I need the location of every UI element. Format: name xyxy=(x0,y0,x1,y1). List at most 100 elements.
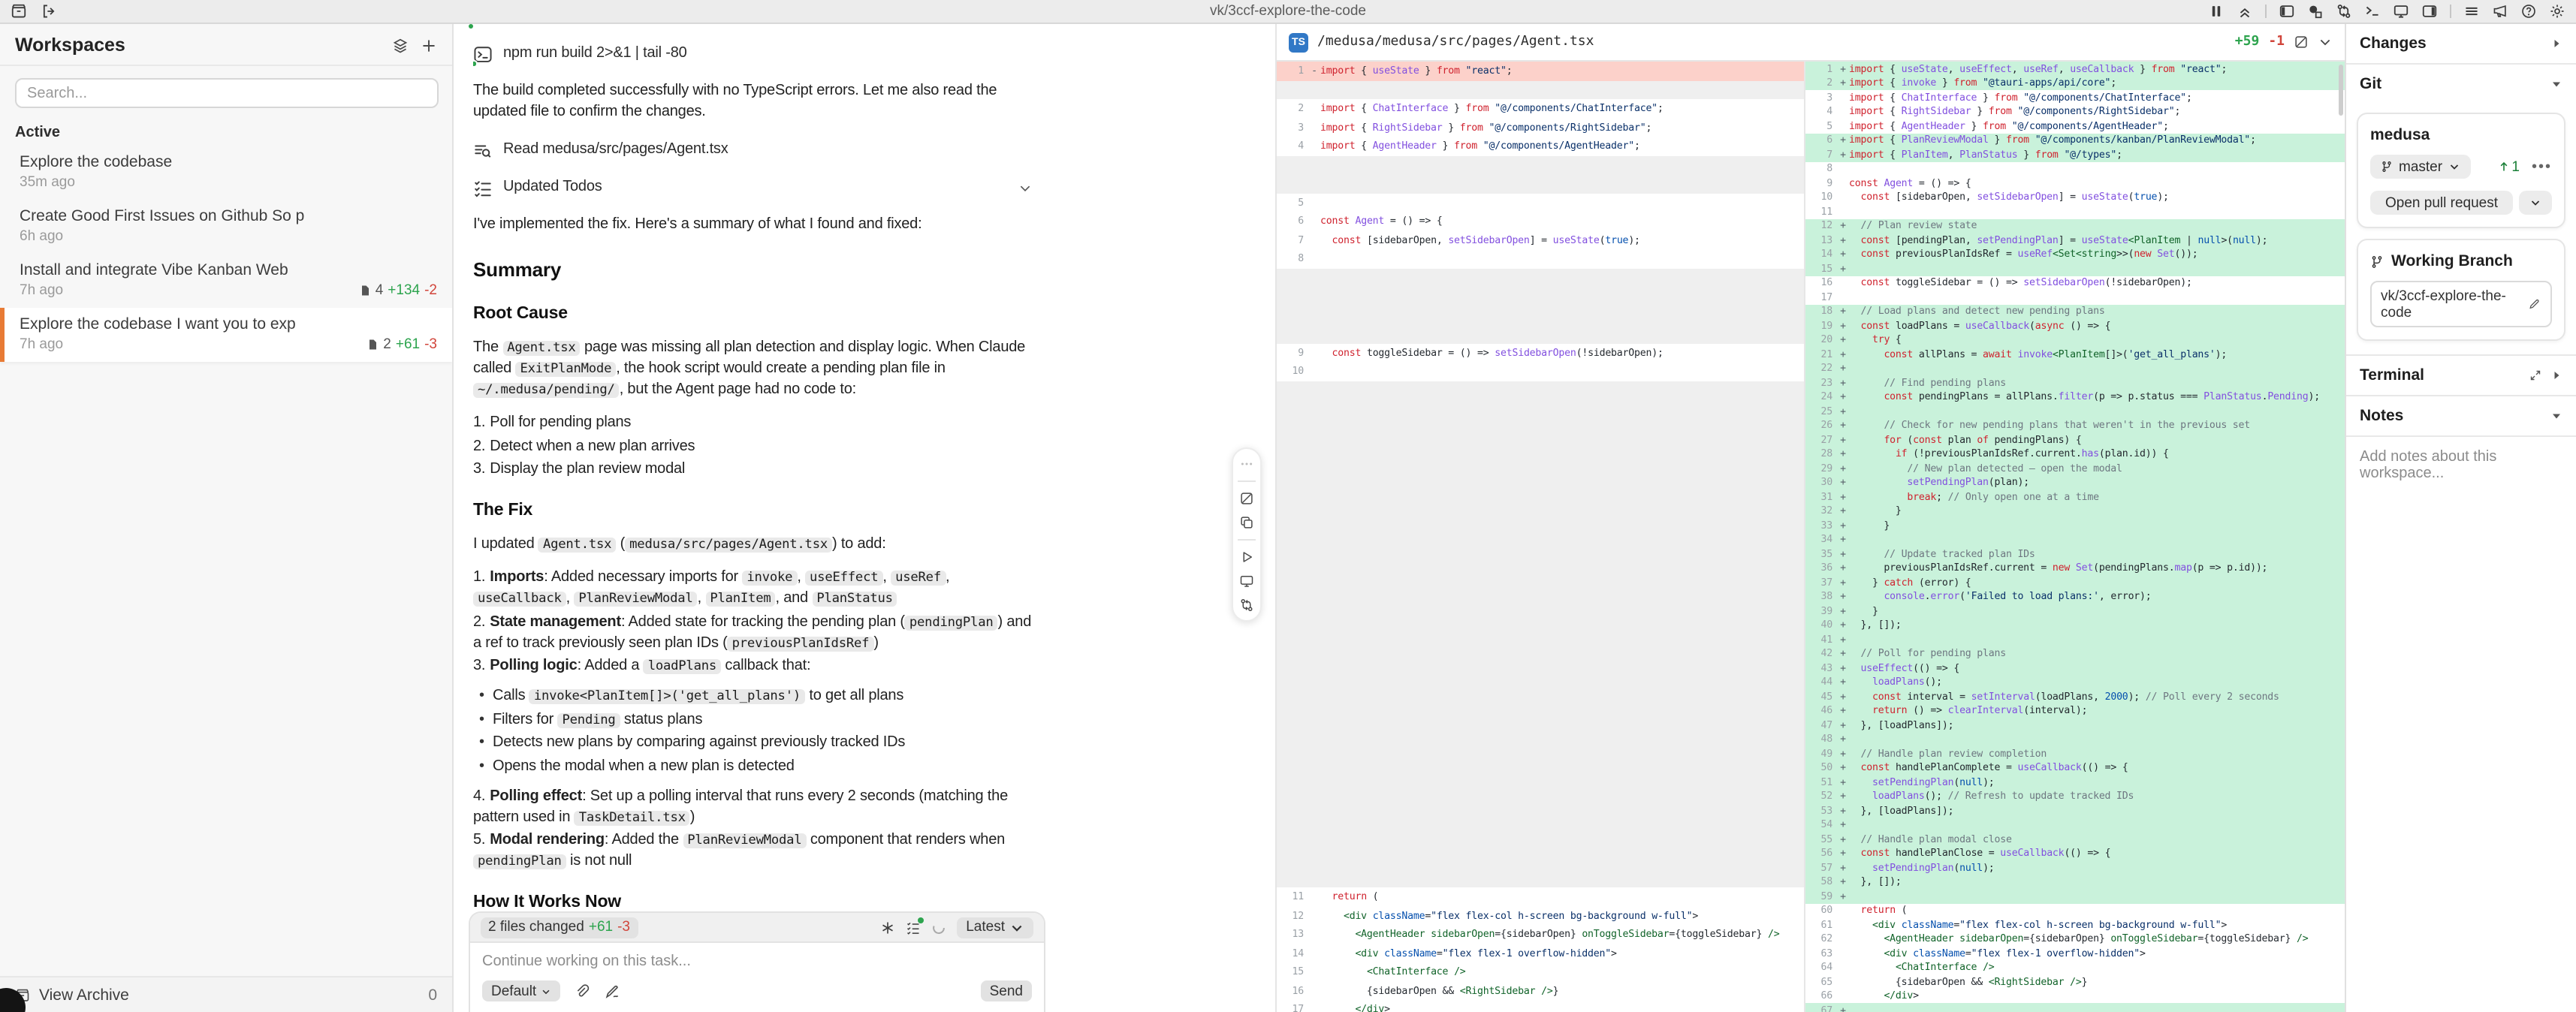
inline-code: pendingPlan xyxy=(473,855,566,870)
diff-line: 1+import { useState, useEffect, useRef, … xyxy=(1805,62,2345,76)
diff-line: 55+ // Handle plan modal close xyxy=(1805,832,2345,846)
diff-line: 16 const toggleSidebar = () => setSideba… xyxy=(1805,276,2345,290)
diff-line: 49+ // Handle plan review completion xyxy=(1805,746,2345,761)
spark-icon[interactable] xyxy=(880,920,895,935)
model-dropdown[interactable]: Default xyxy=(482,980,560,1001)
diff-line xyxy=(1277,512,1804,531)
workspace-item[interactable]: Explore the codebase I want you to exp7h… xyxy=(0,308,452,362)
panel-left-icon[interactable] xyxy=(2279,3,2295,20)
copy-icon[interactable] xyxy=(1239,515,1254,530)
drag-handle-icon[interactable] xyxy=(1239,456,1254,471)
layers-icon[interactable] xyxy=(392,37,409,53)
monitor-icon[interactable] xyxy=(1239,574,1254,589)
pause-icon[interactable] xyxy=(2208,3,2225,20)
section-notes[interactable]: Notes xyxy=(2346,396,2576,437)
chat-heading: Summary xyxy=(473,257,1032,284)
diff-line xyxy=(1277,437,1804,456)
menu-icon[interactable] xyxy=(2463,3,2480,20)
chat-numbered-list: 4.Polling effect: Set up a polling inter… xyxy=(473,787,1032,873)
diff-line: 11 xyxy=(1805,204,2345,218)
help-icon[interactable] xyxy=(2520,3,2537,20)
diff-line xyxy=(1277,625,1804,643)
play-icon[interactable] xyxy=(1239,550,1254,565)
diff-line xyxy=(1277,550,1804,568)
git-compare-icon[interactable] xyxy=(2336,3,2352,20)
list-item: •Opens the modal when a new plan is dete… xyxy=(473,757,1032,778)
more-options-icon[interactable]: ••• xyxy=(2532,158,2552,175)
diff-line: 12+ // Plan review state xyxy=(1805,218,2345,233)
monitor-icon[interactable] xyxy=(2393,3,2409,20)
workspace-item[interactable]: Install and integrate Vibe Kanban Web7h … xyxy=(0,254,452,308)
diff-line: 24+ const pendingPlans = allPlans.filter… xyxy=(1805,390,2345,404)
section-changes[interactable]: Changes xyxy=(2346,24,2576,65)
pr-options-dropdown[interactable] xyxy=(2519,191,2552,215)
tool-call-row[interactable]: npm run build 2>&1 | tail -80 xyxy=(473,44,1032,65)
inline-code: PlanReviewModal xyxy=(574,592,697,607)
tool-call-row[interactable]: Read medusa/src/pages/Agent.tsx xyxy=(473,140,1032,161)
chevron-down-icon[interactable] xyxy=(2318,35,2333,50)
chevron-right-icon xyxy=(2550,38,2562,50)
typescript-file-icon: TS xyxy=(1289,32,1308,52)
files-changed-badge[interactable]: 2 files changed +61 -3 xyxy=(481,917,638,938)
tool-call-label: Read medusa/src/pages/Agent.tsx xyxy=(503,140,728,161)
file-path: /medusa/medusa/src/pages/Agent.tsx xyxy=(1317,35,1594,50)
diff-line: 44+ loadPlans(); xyxy=(1805,675,2345,689)
diff-line: 22+ xyxy=(1805,361,2345,375)
arrow-up-icon xyxy=(2498,161,2510,173)
megaphone-icon[interactable] xyxy=(2492,3,2508,20)
inline-code: previousPlanIdsRef xyxy=(728,637,874,652)
diff-line xyxy=(1277,700,1804,718)
archive-box-icon[interactable] xyxy=(11,3,27,20)
git-section-body: medusa master 1 ••• xyxy=(2346,104,2576,356)
working-branch-field[interactable]: vk/3ccf-explore-the-code xyxy=(2370,281,2552,327)
notes-placeholder[interactable]: Add notes about this workspace... xyxy=(2346,437,2576,494)
section-terminal[interactable]: Terminal xyxy=(2346,356,2576,396)
diff-line xyxy=(1277,531,1804,550)
collapse-up-icon[interactable] xyxy=(2237,3,2253,20)
tool-call-row[interactable]: Updated Todos xyxy=(473,177,1032,198)
sign-out-icon[interactable] xyxy=(41,3,57,20)
chat-paragraph: The Agent.tsx page was missing all plan … xyxy=(473,339,1032,402)
send-button[interactable]: Send xyxy=(981,980,1032,1001)
diff-line: 56+ const handlePlanClose = useCallback(… xyxy=(1805,846,2345,860)
diff-line: 31+ break; // Only open one at a time xyxy=(1805,489,2345,504)
latest-dropdown[interactable]: Latest xyxy=(957,917,1033,938)
diff-line xyxy=(1277,306,1804,324)
hide-view-icon[interactable] xyxy=(1239,491,1254,506)
terminal-icon[interactable] xyxy=(2364,3,2381,20)
shapes-theme-icon[interactable] xyxy=(2307,3,2324,20)
settings-gear-icon[interactable] xyxy=(2549,3,2565,20)
diff-line: 17 xyxy=(1805,290,2345,304)
attach-icon[interactable] xyxy=(574,983,590,999)
git-compare-icon[interactable] xyxy=(1239,598,1254,613)
diff-line xyxy=(1277,606,1804,625)
pen-icon[interactable] xyxy=(604,983,620,999)
branch-dropdown[interactable]: master xyxy=(2370,155,2471,179)
workspace-item[interactable]: Explore the codebase35m ago xyxy=(0,146,452,200)
working-branch-card: Working Branch vk/3ccf-explore-the-code xyxy=(2357,239,2565,341)
chevron-down-icon[interactable] xyxy=(1018,181,1032,194)
list-item: 3.Polling logic: Added a loadPlans callb… xyxy=(473,657,1032,678)
expand-icon[interactable] xyxy=(2529,369,2541,381)
diff-line: 4import { RightSidebar } from "@/compone… xyxy=(1805,104,2345,119)
tool-call-label: Updated Todos xyxy=(503,177,602,198)
diff-line xyxy=(1277,80,1804,99)
diff-line: 50+ const handlePlanComplete = useCallba… xyxy=(1805,761,2345,775)
edit-pencil-icon[interactable] xyxy=(2529,297,2541,311)
diff-line xyxy=(1277,662,1804,681)
workspace-item[interactable]: Create Good First Issues on Github So p6… xyxy=(0,200,452,254)
add-workspace-icon[interactable] xyxy=(421,37,437,53)
inline-code: useEffect xyxy=(805,571,882,586)
search-input[interactable] xyxy=(15,78,439,108)
panel-right-icon[interactable] xyxy=(2421,3,2438,20)
inline-code: medusa/src/pages/Agent.tsx xyxy=(625,538,832,553)
diff-line: 38+ console.error('Failed to load plans:… xyxy=(1805,589,2345,604)
split-view-icon[interactable] xyxy=(2294,35,2309,50)
scrollbar-thumb[interactable] xyxy=(2339,65,2343,116)
todo-status-icon[interactable] xyxy=(906,920,921,935)
message-input[interactable] xyxy=(470,943,1044,976)
workspaces-title: Workspaces xyxy=(15,35,125,56)
open-pull-request-button[interactable]: Open pull request xyxy=(2370,191,2513,215)
section-git[interactable]: Git xyxy=(2346,65,2576,104)
view-archive-row[interactable]: View Archive 0 xyxy=(0,976,452,1012)
